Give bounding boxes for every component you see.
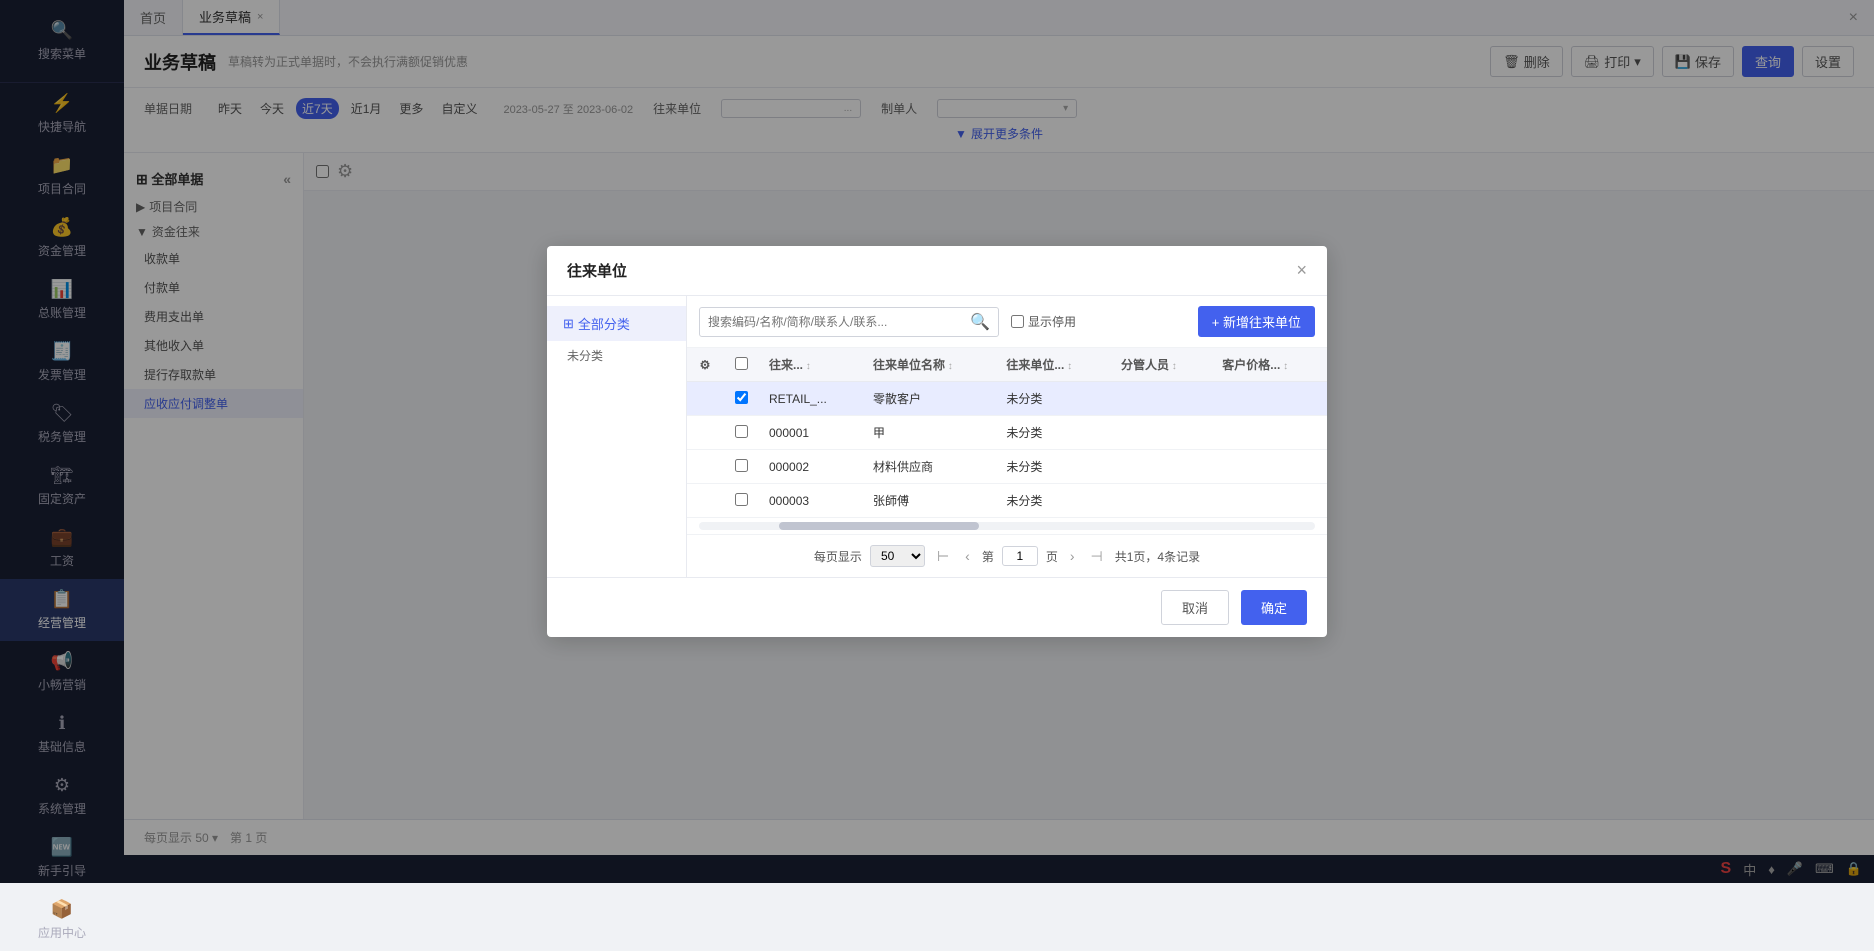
th-manager[interactable]: 分管人员 <box>1111 348 1212 382</box>
dialog-table: ⚙ 往来... 往来单位名称 往来单位... 分管人员 客户价格... <box>687 348 1327 518</box>
row-code: RETAIL_... <box>759 382 863 416</box>
prev-page-btn[interactable]: ‹ <box>961 546 974 566</box>
show-disabled-checkbox[interactable] <box>1011 315 1024 328</box>
row-manager <box>1111 382 1212 416</box>
next-page-btn[interactable]: › <box>1066 546 1079 566</box>
page-unit: 页 <box>1046 548 1058 565</box>
dialog-nav-uncategorized-label: 未分类 <box>567 349 603 363</box>
dialog-pagination: 每页显示 50 10 20 100 ⊢ ‹ 第 页 › ⊣ 共1页，4条记录 <box>687 534 1327 577</box>
row-category: 未分类 <box>996 484 1111 518</box>
partner-dialog: 往来单位 × ⊞ 全部分类 未分类 🔍 <box>547 246 1327 637</box>
row-category: 未分类 <box>996 382 1111 416</box>
th-category[interactable]: 往来单位... <box>996 348 1111 382</box>
th-settings[interactable]: ⚙ <box>687 348 723 382</box>
row-check-cell[interactable] <box>723 416 759 450</box>
row-category: 未分类 <box>996 450 1111 484</box>
first-page-btn[interactable]: ⊢ <box>933 546 953 567</box>
dialog-header: 往来单位 × <box>547 246 1327 296</box>
dialog-left-nav: ⊞ 全部分类 未分类 <box>547 296 687 577</box>
table-row[interactable]: 000003 张師傅 未分类 <box>687 484 1327 518</box>
row-name: 零散客户 <box>863 382 996 416</box>
row-settings-cell <box>687 484 723 518</box>
cancel-label: 取消 <box>1182 601 1208 616</box>
apps-icon: 📦 <box>51 899 73 920</box>
confirm-label: 确定 <box>1261 601 1287 616</box>
page-input[interactable] <box>1002 546 1038 566</box>
row-settings-cell <box>687 416 723 450</box>
per-page-label: 每页显示 <box>814 548 862 565</box>
row-code: 000002 <box>759 450 863 484</box>
row-price <box>1212 450 1327 484</box>
grid2-icon: ⊞ <box>563 316 574 332</box>
show-disabled-container: 显示停用 <box>1011 313 1076 330</box>
sidebar-item-apps[interactable]: 📦 应用中心 <box>0 889 124 951</box>
page-label: 第 <box>982 548 994 565</box>
dialog-footer: 取消 确定 <box>547 577 1327 637</box>
add-partner-label: + 新增往来单位 <box>1212 315 1301 330</box>
table-row[interactable]: 000001 甲 未分类 <box>687 416 1327 450</box>
search-box[interactable]: 🔍 <box>699 307 999 337</box>
table-header-row: ⚙ 往来... 往来单位名称 往来单位... 分管人员 客户价格... <box>687 348 1327 382</box>
dialog-body: ⊞ 全部分类 未分类 🔍 显示停用 <box>547 296 1327 577</box>
cancel-button[interactable]: 取消 <box>1161 590 1229 625</box>
row-settings-cell <box>687 450 723 484</box>
dialog-overlay: 往来单位 × ⊞ 全部分类 未分类 🔍 <box>0 0 1874 883</box>
row-price <box>1212 382 1327 416</box>
th-checkbox <box>723 348 759 382</box>
row-checkbox[interactable] <box>735 459 748 472</box>
row-manager <box>1111 416 1212 450</box>
row-code: 000001 <box>759 416 863 450</box>
row-name: 材料供应商 <box>863 450 996 484</box>
row-code: 000003 <box>759 484 863 518</box>
show-disabled-label: 显示停用 <box>1028 313 1076 330</box>
search-icon: 🔍 <box>970 312 990 332</box>
dialog-close-btn[interactable]: × <box>1296 260 1307 281</box>
partner-table: ⚙ 往来... 往来单位名称 往来单位... 分管人员 客户价格... <box>687 348 1327 518</box>
row-settings-cell <box>687 382 723 416</box>
search-input[interactable] <box>708 315 964 329</box>
horizontal-scrollbar[interactable] <box>699 522 1315 530</box>
last-page-btn[interactable]: ⊣ <box>1087 546 1107 567</box>
dialog-right-content: 🔍 显示停用 + 新增往来单位 ⚙ <box>687 296 1327 577</box>
th-price[interactable]: 客户价格... <box>1212 348 1327 382</box>
th-name[interactable]: 往来单位名称 <box>863 348 996 382</box>
scroll-thumb[interactable] <box>779 522 979 530</box>
row-manager <box>1111 484 1212 518</box>
row-checkbox[interactable] <box>735 425 748 438</box>
table-row[interactable]: 000002 材料供应商 未分类 <box>687 450 1327 484</box>
row-name: 甲 <box>863 416 996 450</box>
row-category: 未分类 <box>996 416 1111 450</box>
row-name: 张師傅 <box>863 484 996 518</box>
dialog-toolbar: 🔍 显示停用 + 新增往来单位 <box>687 296 1327 348</box>
row-manager <box>1111 450 1212 484</box>
dialog-title: 往来单位 <box>567 260 627 281</box>
page-summary: 共1页，4条记录 <box>1115 548 1200 565</box>
confirm-button[interactable]: 确定 <box>1241 590 1307 625</box>
dialog-nav-all-label: 全部分类 <box>578 314 630 333</box>
row-check-cell[interactable] <box>723 382 759 416</box>
row-price <box>1212 484 1327 518</box>
dialog-nav-all[interactable]: ⊞ 全部分类 <box>547 306 686 341</box>
row-check-cell[interactable] <box>723 484 759 518</box>
add-partner-button[interactable]: + 新增往来单位 <box>1198 306 1315 337</box>
row-price <box>1212 416 1327 450</box>
th-code[interactable]: 往来... <box>759 348 863 382</box>
table-row[interactable]: RETAIL_... 零散客户 未分类 <box>687 382 1327 416</box>
dialog-nav-uncategorized[interactable]: 未分类 <box>547 341 686 370</box>
row-check-cell[interactable] <box>723 450 759 484</box>
row-checkbox[interactable] <box>735 493 748 506</box>
row-checkbox[interactable] <box>735 391 748 404</box>
per-page-select[interactable]: 50 10 20 100 <box>870 545 925 567</box>
table-select-all[interactable] <box>735 357 748 370</box>
sidebar-apps-label: 应用中心 <box>38 924 86 941</box>
